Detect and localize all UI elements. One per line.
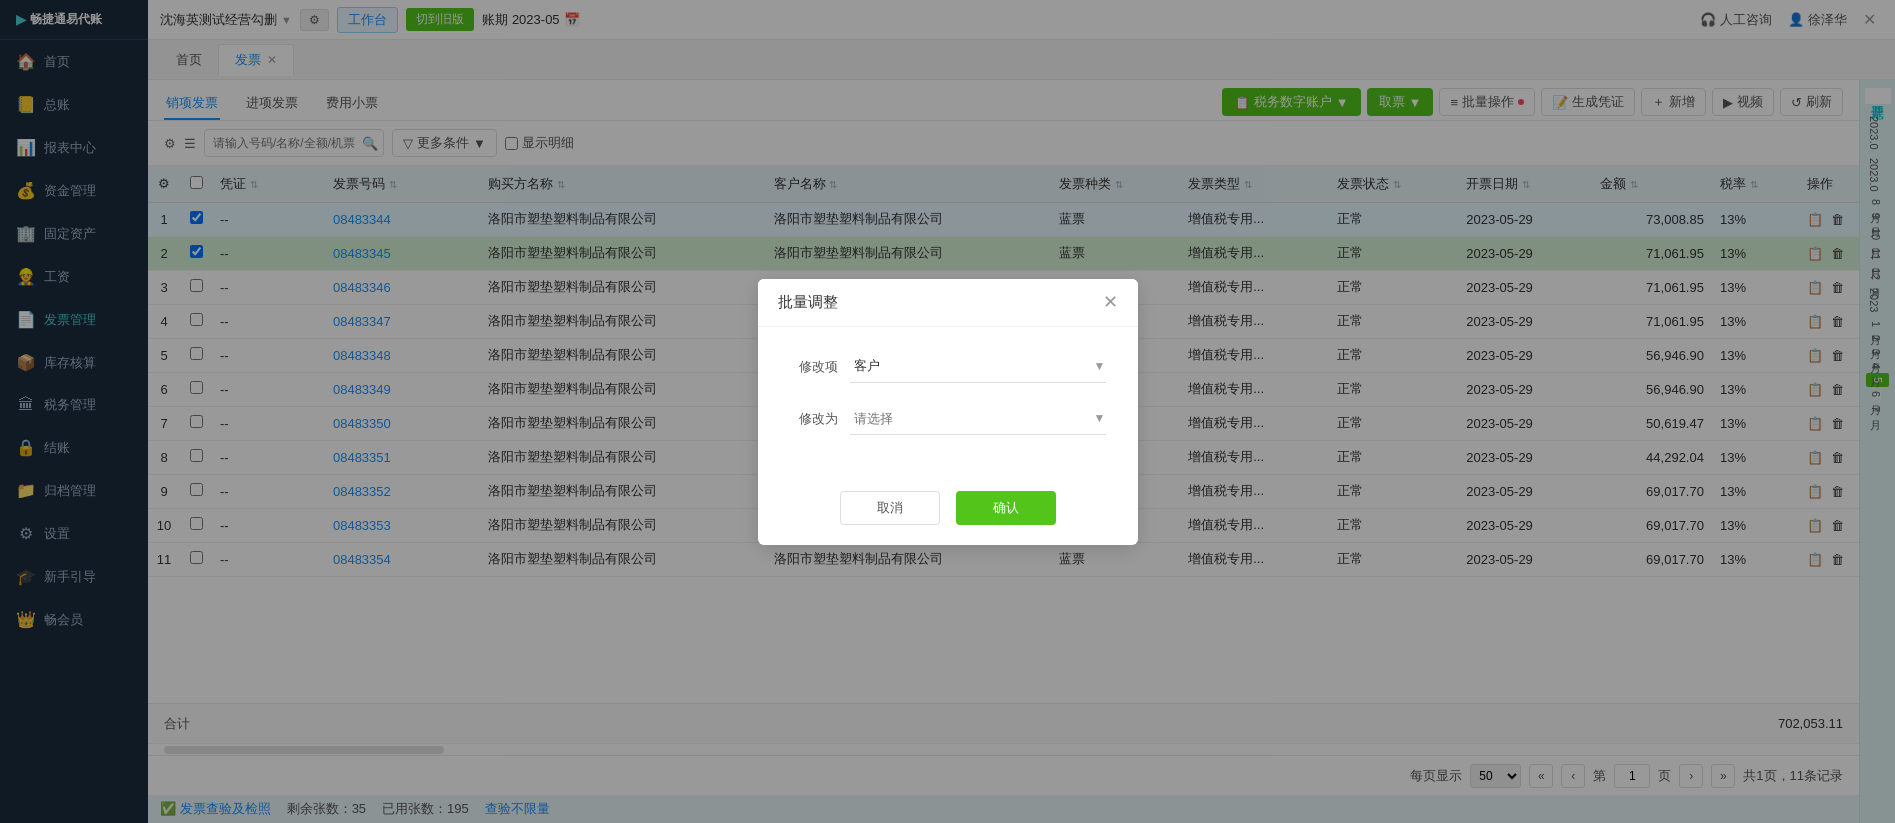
field-value: 客户 bbox=[850, 357, 1094, 375]
value-input[interactable] bbox=[850, 411, 1094, 426]
cancel-btn[interactable]: 取消 bbox=[840, 491, 940, 525]
field-select-wrap[interactable]: 客户 ▼ bbox=[850, 351, 1106, 383]
field-dropdown-icon: ▼ bbox=[1094, 359, 1106, 373]
confirm-btn[interactable]: 确认 bbox=[956, 491, 1056, 525]
value-label: 修改为 bbox=[790, 410, 838, 428]
modal-close-btn[interactable]: ✕ bbox=[1103, 293, 1118, 311]
modal-body: 修改项 客户 ▼ 修改为 ▼ bbox=[758, 327, 1138, 479]
modal-title: 批量调整 bbox=[778, 293, 838, 312]
batch-adjust-modal: 批量调整 ✕ 修改项 客户 ▼ 修改为 ▼ 取消 确认 bbox=[758, 279, 1138, 545]
modal-footer: 取消 确认 bbox=[758, 479, 1138, 545]
value-dropdown-icon: ▼ bbox=[1094, 411, 1106, 425]
form-row-value: 修改为 ▼ bbox=[790, 403, 1106, 435]
field-label: 修改项 bbox=[790, 358, 838, 376]
modal-header: 批量调整 ✕ bbox=[758, 279, 1138, 327]
modal-overlay[interactable]: 批量调整 ✕ 修改项 客户 ▼ 修改为 ▼ 取消 确认 bbox=[0, 0, 1895, 823]
value-select-wrap[interactable]: ▼ bbox=[850, 403, 1106, 435]
form-row-field: 修改项 客户 ▼ bbox=[790, 351, 1106, 383]
